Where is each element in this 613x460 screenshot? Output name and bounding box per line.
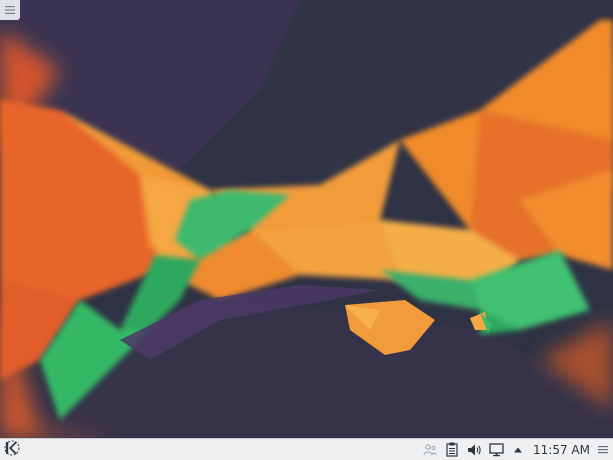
desktop-toolbox-button[interactable] [0, 0, 20, 20]
user-switcher-icon[interactable] [421, 441, 439, 459]
expand-arrow-icon[interactable] [509, 441, 527, 459]
panel-options-icon[interactable] [596, 441, 610, 459]
application-launcher-button[interactable] [2, 440, 22, 460]
bottom-panel: 11:57 AM [0, 438, 613, 460]
system-tray: 11:57 AM [421, 439, 613, 460]
network-icon[interactable] [487, 441, 505, 459]
desktop-wallpaper[interactable] [0, 0, 613, 438]
clipboard-icon[interactable] [443, 441, 461, 459]
wallpaper-art [0, 0, 613, 438]
volume-icon[interactable] [465, 441, 483, 459]
digital-clock[interactable]: 11:57 AM [533, 443, 590, 457]
kde-logo-icon [4, 440, 20, 460]
hamburger-icon [5, 6, 15, 14]
